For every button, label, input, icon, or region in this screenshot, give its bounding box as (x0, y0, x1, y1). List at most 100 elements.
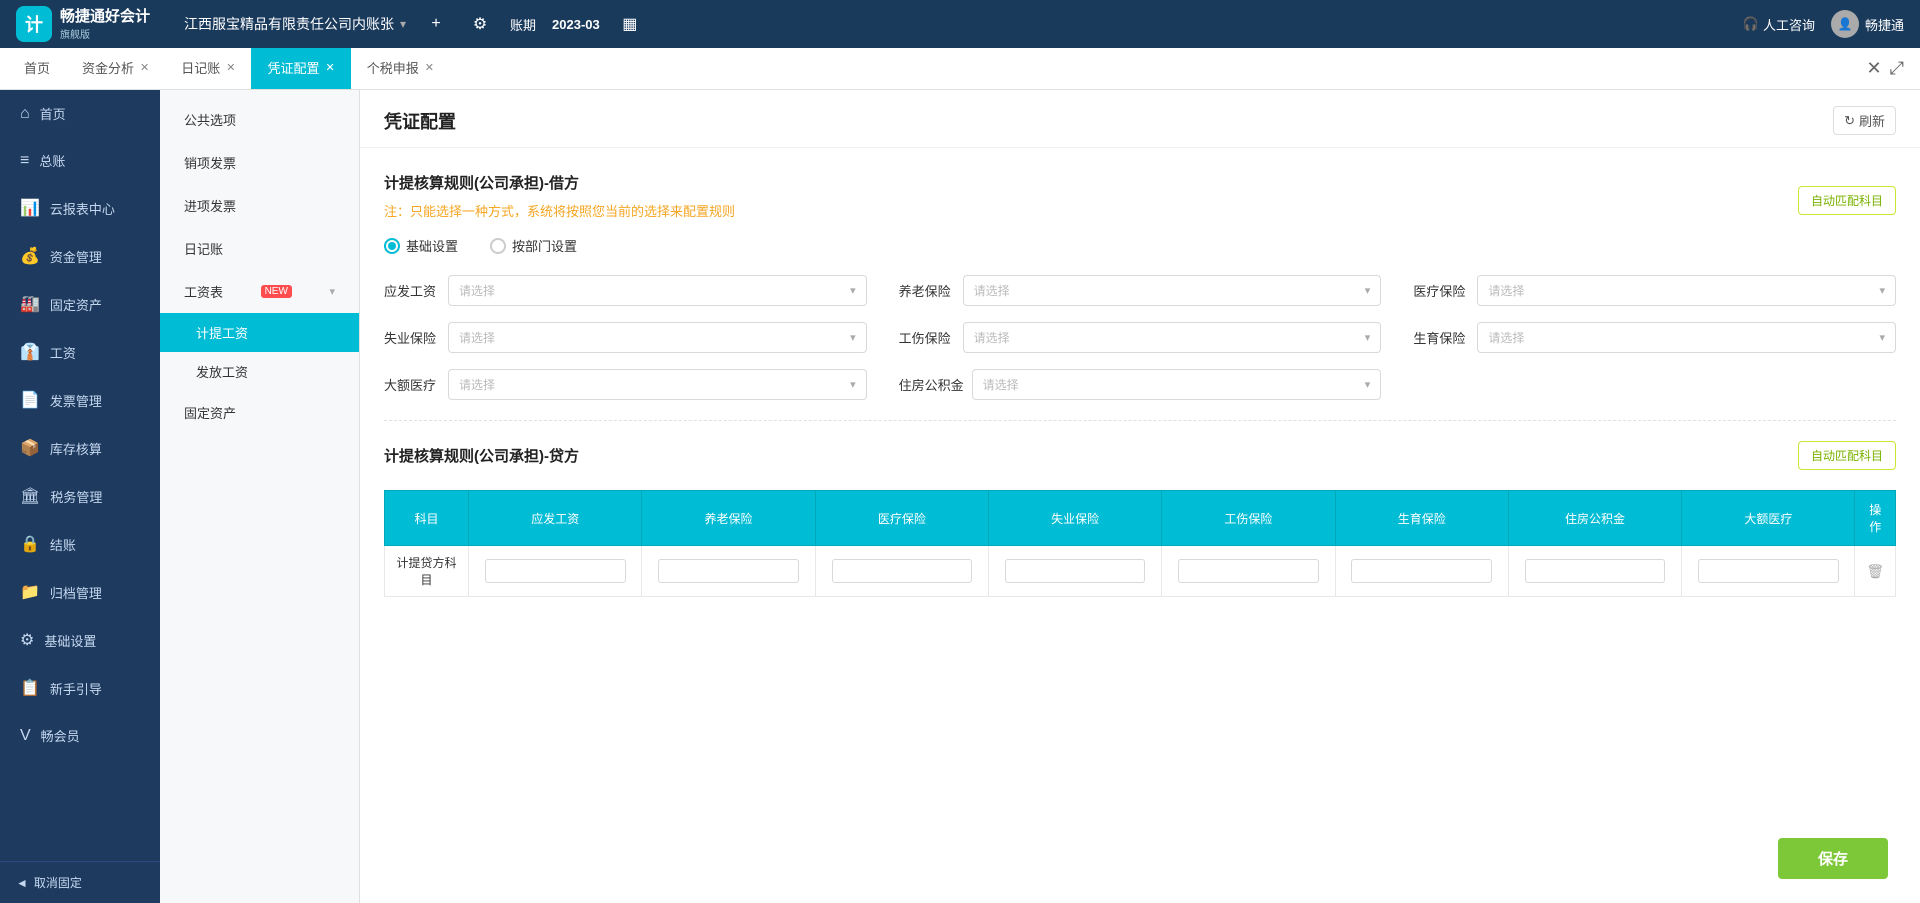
input-daeyiliao[interactable] (1698, 559, 1839, 583)
chevron-zhufang-icon: ▾ (1365, 378, 1371, 391)
sidebar-item-inventory[interactable]: 📦 库存核算 (0, 424, 160, 472)
close-journal-icon[interactable]: ✕ (226, 61, 235, 74)
sidebar-item-capital[interactable]: 💰 资金管理 (0, 232, 160, 280)
inventory-icon: 📦 (20, 438, 40, 458)
service-button[interactable]: 🎧 人工咨询 (1743, 15, 1815, 34)
credit-section: 计提核算规则(公司承担)-贷方 自动匹配科目 科目 应发工资 养老保险 医疗保险… (360, 441, 1920, 621)
left-nav-journal[interactable]: 日记账 (160, 227, 359, 270)
tab-tax-filing[interactable]: 个税申报 ✕ (351, 48, 450, 89)
sidebar-item-home[interactable]: ⌂ 首页 (0, 90, 160, 137)
company-selector[interactable]: 江西服宝精品有限责任公司内账张 ▾ (184, 14, 406, 34)
left-nav-purchase-invoice-label: 进项发票 (184, 199, 236, 214)
left-nav-purchase-invoice[interactable]: 进项发票 (160, 184, 359, 227)
settings-icon[interactable]: ⚙ (466, 10, 494, 38)
left-nav-payroll-accrual-label: 计提工资 (196, 326, 248, 341)
sidebar-item-archive[interactable]: 📁 归档管理 (0, 568, 160, 616)
close-tax-filing-icon[interactable]: ✕ (425, 61, 434, 74)
sidebar-item-closing[interactable]: 🔒 结账 (0, 520, 160, 568)
left-nav-payroll-accrual[interactable]: 计提工资 (160, 313, 359, 352)
field-select-shengyu[interactable]: 请选择 ▾ (1477, 322, 1896, 353)
save-btn-area: 保存 (1778, 838, 1888, 879)
cell-daeyiliao[interactable] (1682, 546, 1855, 597)
credit-auto-match-button[interactable]: 自动匹配科目 (1798, 441, 1896, 470)
input-shengyu[interactable] (1351, 559, 1492, 583)
refresh-button[interactable]: ↻ 刷新 (1833, 106, 1896, 135)
sidebar-item-fixed-assets[interactable]: 🏭 固定资产 (0, 280, 160, 328)
ledger-icon: ≡ (20, 152, 29, 170)
tab-home[interactable]: 首页 (8, 48, 66, 89)
calendar-icon[interactable]: ▦ (616, 10, 644, 38)
sidebar-item-guide[interactable]: 📋 新手引导 (0, 664, 160, 712)
close-capital-analysis-icon[interactable]: ✕ (140, 61, 149, 74)
cell-yingfa[interactable] (469, 546, 642, 597)
input-gongshang[interactable] (1178, 559, 1319, 583)
capital-icon: 💰 (20, 246, 40, 266)
left-nav-payroll-payment[interactable]: 发放工资 (160, 352, 359, 391)
field-select-yanglao[interactable]: 请选择 ▾ (963, 275, 1382, 306)
debit-auto-match-button[interactable]: 自动匹配科目 (1798, 186, 1896, 215)
sidebar-item-salary[interactable]: 👔 工资 (0, 328, 160, 376)
sidebar: ⌂ 首页 ≡ 总账 📊 云报表中心 💰 资金管理 🏭 固定资产 👔 工资 📄 发… (0, 90, 160, 903)
cell-yiliao[interactable] (815, 546, 988, 597)
field-row-yingfa: 应发工资 请选择 ▾ (384, 275, 867, 306)
field-select-gongshang[interactable]: 请选择 ▾ (963, 322, 1382, 353)
field-label-shengyu: 生育保险 (1413, 328, 1469, 347)
tab-journal[interactable]: 日记账 ✕ (165, 48, 251, 89)
sidebar-item-ledger[interactable]: ≡ 总账 (0, 137, 160, 184)
left-nav-fixed-assets-config[interactable]: 固定资产 (160, 391, 359, 434)
cell-yanglao[interactable] (642, 546, 815, 597)
close-voucher-config-icon[interactable]: ✕ (326, 61, 335, 74)
sidebar-item-tax[interactable]: 🏛 税务管理 (0, 472, 160, 520)
save-button[interactable]: 保存 (1778, 838, 1888, 879)
tab-voucher-config[interactable]: 凭证配置 ✕ (251, 48, 350, 89)
cell-zhufang[interactable] (1508, 546, 1681, 597)
radio-group: 基础设置 按部门设置 (384, 236, 1896, 255)
radio-basic-settings[interactable]: 基础设置 (384, 236, 458, 255)
app-edition: 旗舰版 (60, 26, 150, 41)
logo-icon: 计 (16, 6, 52, 42)
cancel-fixed-button[interactable]: ◄ 取消固定 (0, 861, 160, 903)
field-row-yanglao: 养老保险 请选择 ▾ (899, 275, 1382, 306)
sidebar-closing-label: 结账 (50, 535, 76, 554)
expand-icon[interactable]: ⤢ (1890, 58, 1904, 79)
input-yanglao[interactable] (658, 559, 799, 583)
field-select-yingfa[interactable]: 请选择 ▾ (448, 275, 867, 306)
input-shiye[interactable] (1005, 559, 1146, 583)
delete-row-icon[interactable]: 🗑 (1866, 563, 1884, 579)
sidebar-item-reports[interactable]: 📊 云报表中心 (0, 184, 160, 232)
cell-shiye[interactable] (988, 546, 1161, 597)
input-zhufang[interactable] (1525, 559, 1666, 583)
user-area[interactable]: 👤 畅捷通 (1831, 10, 1904, 38)
input-yiliao[interactable] (832, 559, 973, 583)
field-select-zhufang[interactable]: 请选择 ▾ (972, 369, 1382, 400)
field-select-daeyiliao[interactable]: 请选择 ▾ (448, 369, 867, 400)
sidebar-fixed-assets-label: 固定资产 (50, 295, 102, 314)
sidebar-item-member[interactable]: V 畅会员 (0, 712, 160, 759)
sidebar-archive-label: 归档管理 (50, 583, 102, 602)
radio-department-settings[interactable]: 按部门设置 (490, 236, 577, 255)
chevron-shengyu-icon: ▾ (1879, 331, 1885, 344)
table-row: 计提贷方科目 🗑 (385, 546, 1896, 597)
close-all-tab-icon[interactable]: ✕ (1867, 58, 1882, 79)
field-select-gongshang-placeholder: 请选择 (974, 329, 1010, 346)
input-yingfa[interactable] (485, 559, 626, 583)
add-icon[interactable]: + (422, 10, 450, 38)
field-select-shiye-placeholder: 请选择 (459, 329, 495, 346)
field-select-shiye[interactable]: 请选择 ▾ (448, 322, 867, 353)
cell-gongshang[interactable] (1162, 546, 1335, 597)
left-nav-sales-invoice[interactable]: 销项发票 (160, 141, 359, 184)
cell-action[interactable]: 🗑 (1855, 546, 1896, 597)
member-icon: V (20, 727, 31, 745)
reports-icon: 📊 (20, 198, 40, 218)
left-nav-public-options[interactable]: 公共选项 (160, 98, 359, 141)
page-header: 凭证配置 ↻ 刷新 (360, 90, 1920, 148)
field-select-yiliao[interactable]: 请选择 ▾ (1477, 275, 1896, 306)
tab-capital-analysis[interactable]: 资金分析 ✕ (66, 48, 165, 89)
col-yiliao: 医疗保险 (815, 491, 988, 546)
refresh-icon: ↻ (1844, 113, 1855, 129)
cell-shengyu[interactable] (1335, 546, 1508, 597)
sidebar-item-invoices[interactable]: 📄 发票管理 (0, 376, 160, 424)
left-nav-payroll-table[interactable]: 工资表 NEW ▾ (160, 270, 359, 313)
sidebar-item-basic-settings[interactable]: ⚙ 基础设置 (0, 616, 160, 664)
left-nav-payroll-table-label: 工资表 (184, 282, 223, 301)
